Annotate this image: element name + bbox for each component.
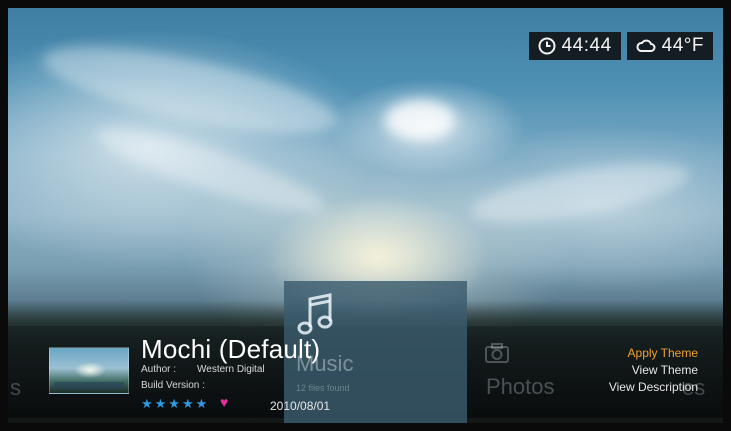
cloud-icon (636, 37, 656, 55)
theme-thumbnail (49, 347, 129, 394)
letterbox-left (0, 0, 8, 431)
temperature: 44°F (661, 35, 704, 56)
menu-item-ghost-left: s (10, 375, 21, 400)
menu-item-photos[interactable]: Photos (468, 326, 598, 418)
apply-theme-button[interactable]: Apply Theme (609, 345, 698, 362)
weather-display: 44°F (626, 32, 713, 60)
view-description-button[interactable]: View Description (609, 379, 698, 396)
favorite-heart-icon: ♥ (220, 394, 229, 410)
theme-date: 2010/08/01 (270, 399, 331, 413)
menu-item-label: Photos (486, 374, 555, 399)
build-version-label: Build Version : (141, 380, 205, 391)
clock-display: 44:44 (528, 32, 621, 60)
cloud-decoration (385, 100, 455, 140)
author-value: Western Digital (197, 364, 265, 375)
view-theme-button[interactable]: View Theme (609, 362, 698, 379)
status-bar: 44:44 44°F (528, 32, 713, 60)
clock-time: 44:44 (561, 35, 612, 56)
theme-title: Mochi (Default) (141, 334, 321, 364)
theme-screen: 44:44 44°F s es Music 12 files found Pho… (0, 0, 731, 431)
menu-item-subtitle: 12 files found (296, 383, 350, 393)
letterbox-right (723, 0, 731, 431)
letterbox-bottom (0, 423, 731, 431)
author-label: Author : (141, 364, 177, 375)
camera-icon (484, 342, 510, 369)
theme-actions-menu: Apply Theme View Theme View Description (609, 345, 698, 396)
letterbox-top (0, 0, 731, 8)
clock-icon (538, 37, 556, 55)
rating-stars: ★★★★★ (141, 396, 210, 411)
